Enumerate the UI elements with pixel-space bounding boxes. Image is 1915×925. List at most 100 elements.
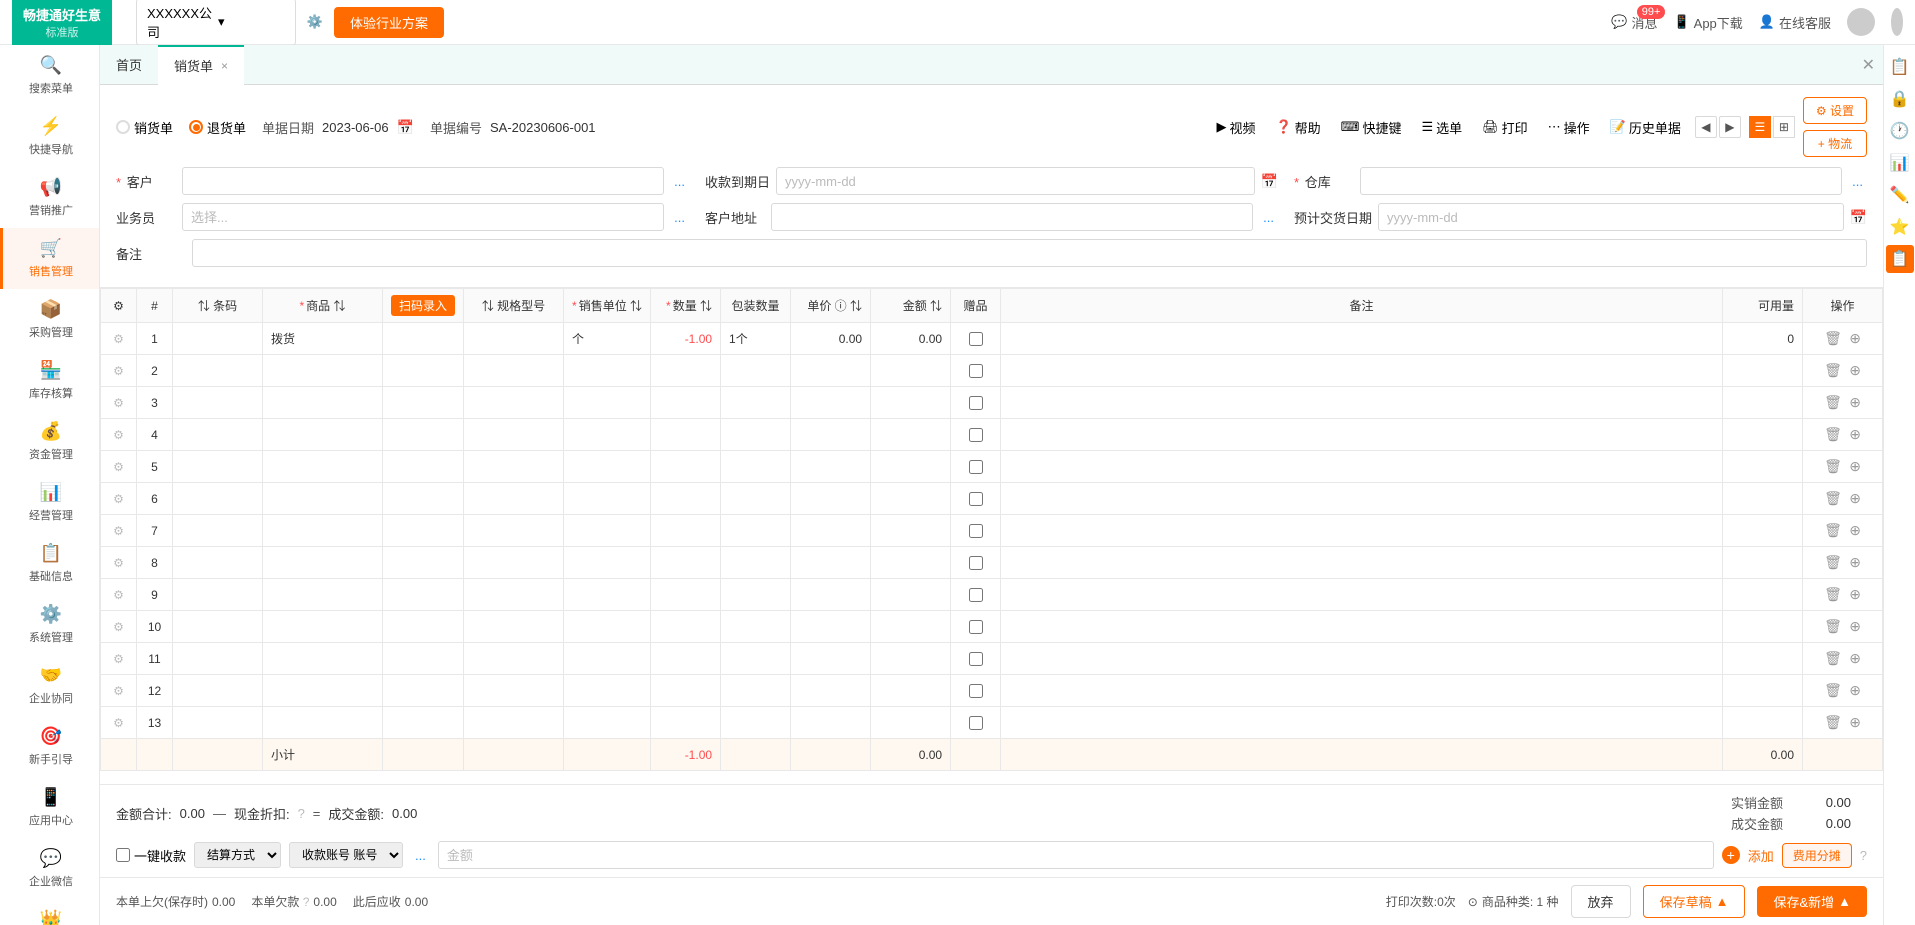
sidebar-item-wechat[interactable]: 💬 企业微信 [0,838,99,899]
row-amount[interactable] [871,579,951,611]
copy-icon[interactable]: ⊕ [1849,586,1861,602]
type-sale-radio[interactable]: 销货单 [116,118,173,137]
row-amount[interactable] [871,355,951,387]
row-amount[interactable] [871,547,951,579]
row-unit[interactable] [564,675,651,707]
user-menu-icon[interactable] [1891,8,1903,36]
row-gift[interactable] [951,323,1001,355]
row-unit[interactable] [564,387,651,419]
row-spec[interactable] [464,451,564,483]
copy-icon[interactable]: ⊕ [1849,714,1861,730]
company-selector[interactable]: XXXXXX公司 ▾ [136,0,296,46]
row-unit[interactable] [564,451,651,483]
row-price[interactable] [791,547,871,579]
row-barcode[interactable] [173,355,263,387]
app-download-button[interactable]: 📱 App下载 [1673,13,1742,32]
one-click-checkbox[interactable]: 一键收款 [116,846,186,865]
row-amount[interactable] [871,483,951,515]
row-gift[interactable] [951,387,1001,419]
row-goods[interactable] [263,483,383,515]
row-qty[interactable] [651,451,721,483]
row-qty[interactable] [651,387,721,419]
row-barcode[interactable] [173,579,263,611]
operate-btn[interactable]: ⋯ 操作 [1542,116,1596,139]
sidebar-item-marketing[interactable]: 📢 营销推广 [0,167,99,228]
row-qty[interactable] [651,515,721,547]
row-barcode[interactable] [173,387,263,419]
row-barcode[interactable] [173,323,263,355]
row-note[interactable] [1001,579,1723,611]
row-qty[interactable] [651,483,721,515]
row-qty[interactable] [651,643,721,675]
payment-account-select[interactable]: 收款账号 账号 [289,842,403,868]
copy-icon[interactable]: ⊕ [1849,458,1861,474]
row-pkgqty[interactable] [721,451,791,483]
right-panel-item-3[interactable]: 🕐 [1886,117,1914,145]
sidebar-item-shortcut[interactable]: ⚡ 快捷导航 [0,106,99,167]
row-unit[interactable] [564,419,651,451]
row-spec[interactable] [464,547,564,579]
delete-icon[interactable]: 🗑 [1824,650,1842,666]
copy-icon[interactable]: ⊕ [1849,650,1861,666]
sidebar-item-search[interactable]: 🔍 搜索菜单 [0,45,99,106]
right-panel-item-2[interactable]: 🔒 [1886,85,1914,113]
delete-icon[interactable]: 🗑 [1824,490,1842,506]
save-draft-button[interactable]: 保存草稿 ▲ [1643,885,1746,918]
row-spec[interactable] [464,419,564,451]
row-barcode[interactable] [173,611,263,643]
row-price[interactable]: 0.00 [791,323,871,355]
row-spec[interactable] [464,355,564,387]
row-gift[interactable] [951,547,1001,579]
print-btn[interactable]: 🖨 打印 [1476,116,1534,139]
row-barcode[interactable] [173,419,263,451]
message-button[interactable]: 💬 消息 99+ [1611,13,1657,32]
customer-addr-input[interactable] [771,203,1253,231]
row-pkgqty[interactable] [721,643,791,675]
row-price[interactable] [791,483,871,515]
customer-dots[interactable]: ... [670,174,689,189]
row-price[interactable] [791,515,871,547]
row-goods[interactable] [263,579,383,611]
next-page-btn[interactable]: ▶ [1719,116,1741,138]
row-price[interactable] [791,643,871,675]
row-gift[interactable] [951,515,1001,547]
payment-dots[interactable]: ... [411,848,430,863]
sidebar-item-sales[interactable]: 🛒 销售管理 [0,228,99,289]
row-spec[interactable] [464,323,564,355]
scan-button[interactable]: 扫码录入 [391,295,455,316]
row-unit[interactable] [564,611,651,643]
row-pkgqty[interactable] [721,387,791,419]
sidebar-item-inventory[interactable]: 🏪 库存核算 [0,350,99,411]
row-price[interactable] [791,419,871,451]
save-new-button[interactable]: 保存&新增 ▲ [1757,886,1867,917]
one-click-check[interactable] [116,848,130,862]
select-btn[interactable]: ☰ 选单 [1415,116,1468,139]
expected-calendar-icon[interactable]: 📅 [1850,209,1867,226]
video-btn[interactable]: ▶ 视频 [1210,116,1261,139]
row-barcode[interactable] [173,643,263,675]
row-unit[interactable] [564,483,651,515]
customer-input[interactable] [182,167,664,195]
row-gift[interactable] [951,355,1001,387]
row-spec[interactable] [464,707,564,739]
sidebar-item-finance[interactable]: 💰 资金管理 [0,411,99,472]
row-unit[interactable] [564,643,651,675]
row-spec[interactable] [464,579,564,611]
row-qty[interactable] [651,675,721,707]
row-note[interactable] [1001,419,1723,451]
user-avatar[interactable] [1847,8,1875,36]
row-barcode[interactable] [173,483,263,515]
row-gift[interactable] [951,579,1001,611]
salesman-dots[interactable]: ... [670,210,689,225]
row-spec[interactable] [464,611,564,643]
row-barcode[interactable] [173,675,263,707]
row-note[interactable] [1001,483,1723,515]
row-pkgqty[interactable]: 1个 [721,323,791,355]
row-goods[interactable] [263,515,383,547]
row-note[interactable] [1001,387,1723,419]
copy-icon[interactable]: ⊕ [1849,490,1861,506]
row-gift[interactable] [951,643,1001,675]
row-qty[interactable] [651,419,721,451]
row-goods[interactable] [263,355,383,387]
prev-page-btn[interactable]: ◀ [1695,116,1717,138]
